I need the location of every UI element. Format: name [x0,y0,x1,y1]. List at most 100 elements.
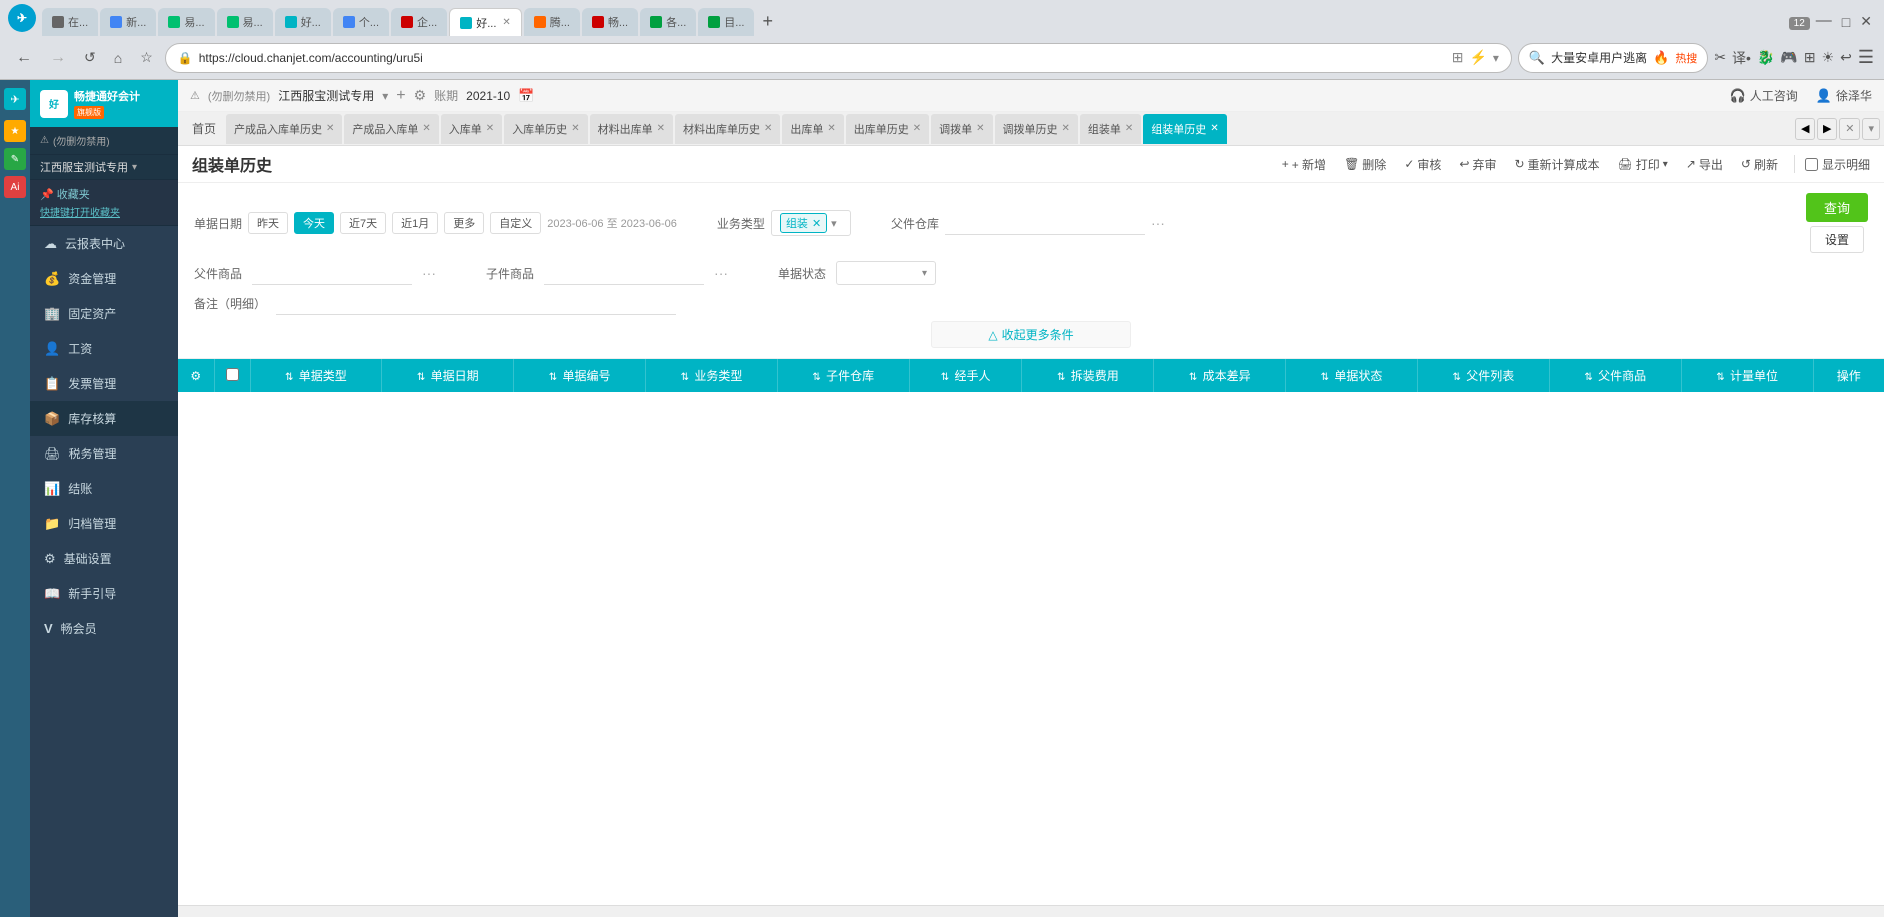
favorites-label[interactable]: 📌 收藏夹 [40,186,168,202]
translate-icon[interactable]: 译• [1732,48,1751,68]
print-button[interactable]: 🖨 打印 ▾ [1612,153,1674,176]
tab-12[interactable]: 目... [698,8,754,36]
th-parent-list[interactable]: ⇅ 父件列表 [1417,359,1549,392]
nav-tab-in[interactable]: 入库单 ✕ [441,114,502,144]
nav-tab-in-history[interactable]: 入库单历史 ✕ [504,114,587,144]
nav-tab-product-in-history[interactable]: 产成品入库单历史 ✕ [226,114,342,144]
yesterday-btn[interactable]: 昨天 [248,212,288,234]
new-tab-button[interactable]: + [756,11,779,32]
th-parent-goods[interactable]: ⇅ 父件商品 [1549,359,1681,392]
close-tab-9[interactable]: ✕ [976,123,984,134]
company-selector[interactable]: ⚠ (勿删勿禁用) [30,127,178,155]
strip-icon-4[interactable]: Ai [4,176,26,198]
th-bill-no[interactable]: ⇅ 单据编号 [514,359,646,392]
menu-icon[interactable]: ☰ [1858,47,1874,68]
sidebar-item-inventory[interactable]: 📦 库存核算 [30,401,178,436]
child-goods-input[interactable] [544,261,704,285]
sidebar-item-tax[interactable]: 🖨 税务管理 [30,436,178,471]
sidebar-item-salary[interactable]: 👤 工资 [30,331,178,366]
sidebar-item-assets[interactable]: 🏢 固定资产 [30,296,178,331]
show-detail-checkbox[interactable] [1805,158,1818,171]
bottom-scrollbar[interactable] [178,905,1884,917]
active-tab-close[interactable]: ✕ [502,17,510,28]
close-tab-1[interactable]: ✕ [326,123,334,134]
close-tab-3[interactable]: ✕ [486,123,494,134]
th-unit[interactable]: ⇅ 计量单位 [1681,359,1813,392]
nav-tab-transfer-history[interactable]: 调拨单历史 ✕ [995,114,1078,144]
tab-4[interactable]: 易... [217,8,273,36]
tab-prev-btn[interactable]: ◀ [1795,118,1815,140]
strip-icon-3[interactable]: ✎ [4,148,26,170]
sidebar-item-settings[interactable]: ⚙ 基础设置 [30,541,178,576]
th-settings[interactable]: ⚙ [178,359,214,392]
child-goods-more-icon[interactable]: ··· [714,265,728,281]
qr-icon[interactable]: ⊞ [1452,49,1464,66]
sidebar-item-checkout[interactable]: 📊 结账 [30,471,178,506]
th-cost-diff[interactable]: ⇅ 成本差异 [1154,359,1286,392]
th-disassembly-fee[interactable]: ⇅ 拆装费用 [1022,359,1154,392]
query-button[interactable]: 查询 [1806,193,1868,222]
tab-11[interactable]: 各... [640,8,696,36]
today-btn[interactable]: 今天 [294,212,334,234]
select-all-checkbox[interactable] [226,368,239,381]
close-tab-11[interactable]: ✕ [1125,123,1133,134]
tab-6[interactable]: 个... [333,8,389,36]
parent-warehouse-more-icon[interactable]: ··· [1151,215,1165,231]
sidebar-item-reports[interactable]: ☁ 云报表中心 [30,226,178,261]
more-btn[interactable]: 更多 [444,212,484,234]
back-button[interactable]: ← [10,46,38,70]
forward-button[interactable]: → [44,46,72,70]
recalculate-button[interactable]: ↻ 重新计算成本 [1508,153,1605,176]
close-tab-4[interactable]: ✕ [571,123,579,134]
review-button[interactable]: ✓ 审核 [1398,153,1447,176]
strip-icon-2[interactable]: ★ [4,120,26,142]
settings-query-btn[interactable]: 设置 [1810,226,1864,253]
nav-tab-assembly-history[interactable]: 组装单历史 ✕ [1143,114,1226,144]
minimize-icon[interactable]: — [1816,12,1832,30]
tab-7[interactable]: 企... [391,8,447,36]
parent-warehouse-input[interactable] [945,211,1145,235]
close-tab-7[interactable]: ✕ [827,123,835,134]
maximize-icon[interactable]: □ [1842,14,1850,30]
delete-button[interactable]: 🗑 删除 [1338,153,1392,176]
th-bill-date[interactable]: ⇅ 单据日期 [382,359,514,392]
favorites-shortcut[interactable]: 快捷键打开收藏夹 [40,204,168,219]
tab-active[interactable]: 好... ✕ [449,8,522,36]
company-name[interactable]: 江西服宝测试专用 ▾ [30,155,178,180]
last-month-btn[interactable]: 近1月 [392,212,438,234]
bill-status-select[interactable]: ▾ [836,261,936,285]
close-all-btn[interactable]: ✕ [1839,118,1860,140]
undo-icon[interactable]: ↩ [1840,49,1852,66]
lightning-icon[interactable]: ⚡ [1469,49,1486,66]
nav-tab-out-history[interactable]: 出库单历史 ✕ [846,114,929,144]
tab-3[interactable]: 易... [158,8,214,36]
last7-btn[interactable]: 近7天 [340,212,386,234]
custom-btn[interactable]: 自定义 [490,212,541,234]
sidebar-item-archive[interactable]: 📁 归档管理 [30,506,178,541]
th-child-warehouse[interactable]: ⇅ 子件仓库 [777,359,909,392]
url-input[interactable] [199,51,1446,65]
nav-tab-out[interactable]: 出库单 ✕ [782,114,843,144]
th-bill-status[interactable]: ⇅ 单据状态 [1286,359,1418,392]
gear-account-icon[interactable]: ⚙ [414,87,427,104]
sun-icon[interactable]: ☀ [1822,49,1835,66]
nav-tab-material-out[interactable]: 材料出库单 ✕ [590,114,673,144]
tab-ai[interactable]: 在... [42,8,98,36]
sidebar-item-member[interactable]: V 畅会员 [30,611,178,646]
close-tab-6[interactable]: ✕ [764,123,772,134]
add-button[interactable]: + + 新增 [1276,153,1332,176]
print-dropdown-icon[interactable]: ▾ [1663,159,1668,170]
biz-type-dropdown-icon[interactable]: ▾ [831,217,837,230]
tab-2[interactable]: 新... [100,8,156,36]
tab-9[interactable]: 腾... [524,8,580,36]
close-tab-2[interactable]: ✕ [422,123,430,134]
refresh-button[interactable]: ↺ 刷新 [1735,153,1784,176]
grid-icon[interactable]: ⊞ [1804,49,1816,66]
biz-type-remove-icon[interactable]: ✕ [812,217,821,230]
nav-tab-product-in[interactable]: 产成品入库单 ✕ [344,114,438,144]
abandon-button[interactable]: ↩ 弃审 [1453,153,1502,176]
sidebar-item-finance[interactable]: 💰 资金管理 [30,261,178,296]
sidebar-item-guide[interactable]: 📖 新手引导 [30,576,178,611]
th-check[interactable] [214,359,250,392]
tab-5[interactable]: 好... [275,8,331,36]
